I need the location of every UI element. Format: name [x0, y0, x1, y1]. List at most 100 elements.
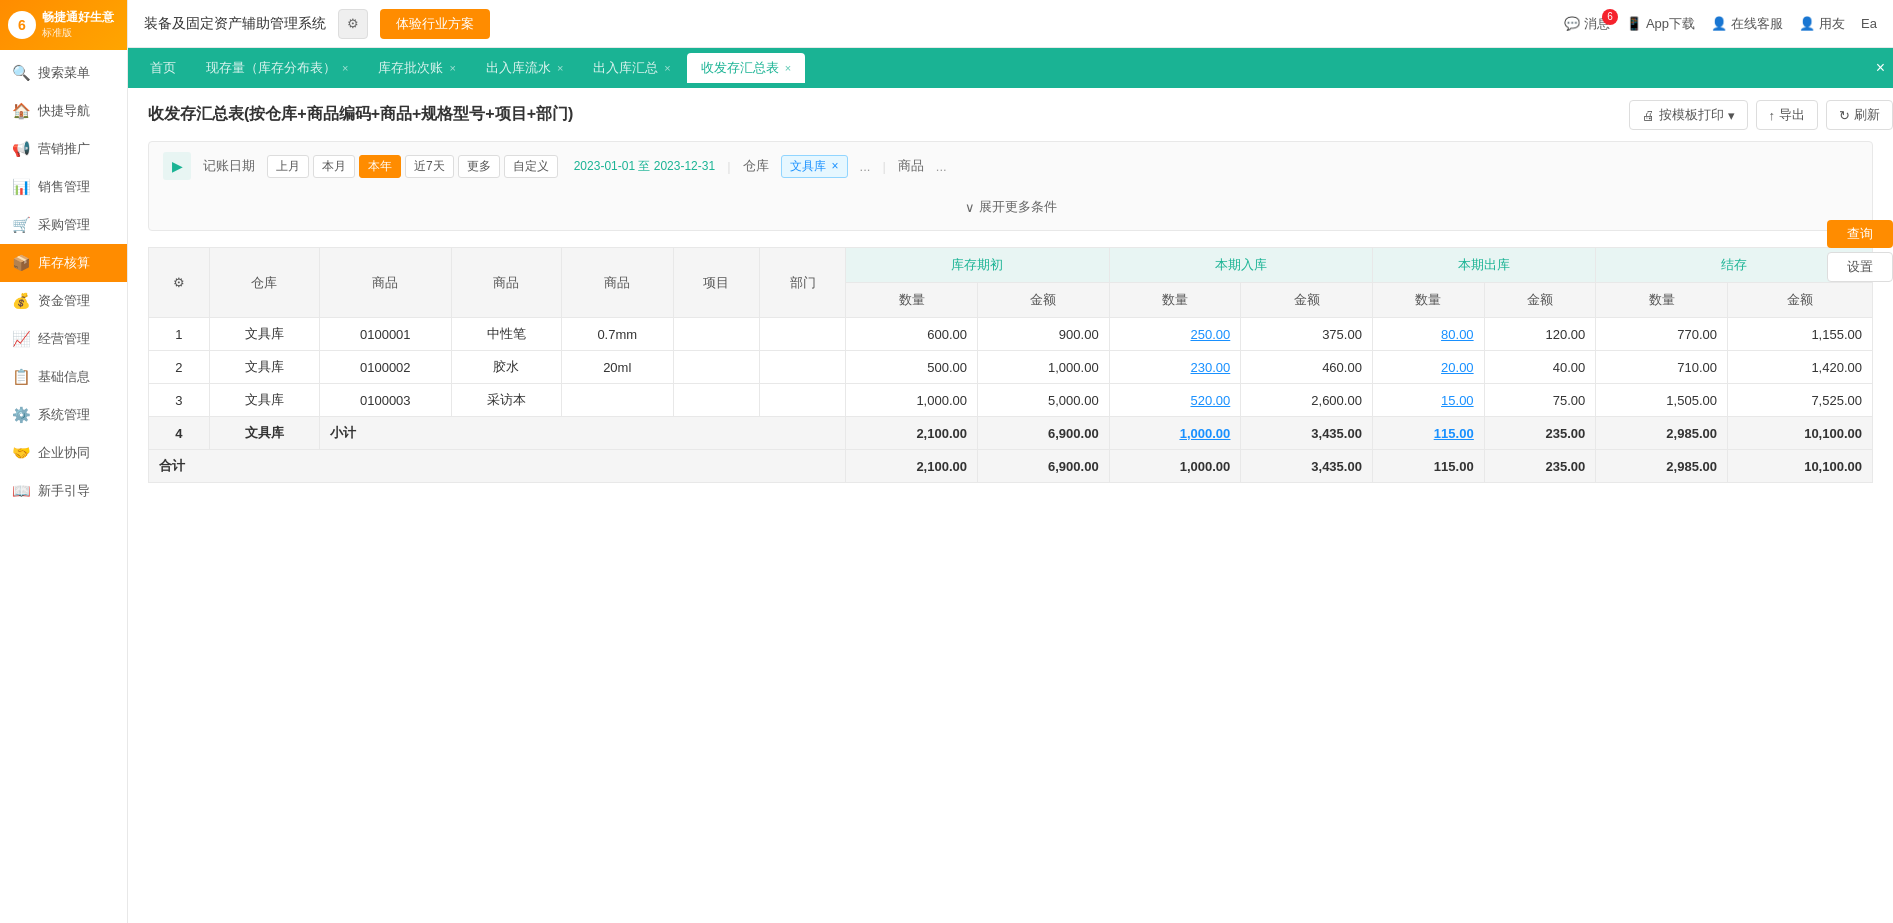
cell-open-amt: 1,000.00	[977, 351, 1109, 384]
date-btn-上月[interactable]: 上月	[267, 155, 309, 178]
system-title: 装备及固定资产辅助管理系统	[144, 15, 326, 33]
query-button[interactable]: 查询	[1827, 220, 1893, 248]
cell-close-qty: 710.00	[1596, 351, 1728, 384]
tab-home[interactable]: 首页	[136, 53, 190, 83]
print-button[interactable]: 🖨 按模板打印 ▾	[1629, 100, 1748, 130]
cell-out-qty[interactable]: 20.00	[1372, 351, 1484, 384]
date-filter-buttons: 上月本月本年近7天更多自定义	[267, 155, 558, 178]
tab-in_out_summary[interactable]: 出入库汇总 ×	[579, 53, 684, 83]
tab-recv_send[interactable]: 收发存汇总表 ×	[687, 53, 805, 83]
warehouse-more-button[interactable]: ...	[860, 159, 871, 174]
subtotal-out-amt: 235.00	[1484, 417, 1596, 450]
total-in-qty: 1,000.00	[1109, 450, 1241, 483]
subtotal-out-qty[interactable]: 115.00	[1372, 417, 1484, 450]
sidebar-item-inventory[interactable]: 📦库存核算	[0, 244, 127, 282]
cell-code: 0100002	[319, 351, 451, 384]
date-btn-自定义[interactable]: 自定义	[504, 155, 558, 178]
cell-in-qty[interactable]: 250.00	[1109, 318, 1241, 351]
sidebar-item-system[interactable]: ⚙️系统管理	[0, 396, 127, 434]
cell-warehouse: 文具库	[209, 384, 319, 417]
app-download-label: App下载	[1646, 15, 1695, 33]
date-btn-本月[interactable]: 本月	[313, 155, 355, 178]
export-icon: ↑	[1769, 108, 1776, 123]
subtotal-in-amt: 3,435.00	[1241, 417, 1373, 450]
finance-icon: 💰	[12, 292, 30, 310]
cell-project	[673, 384, 759, 417]
tab-close-in_out_flow[interactable]: ×	[557, 62, 563, 74]
cell-open-qty: 600.00	[846, 318, 978, 351]
ea-button[interactable]: Ea	[1861, 16, 1877, 31]
header-settings-button[interactable]: ⚙	[338, 9, 368, 39]
tab-batch[interactable]: 库存批次账 ×	[364, 53, 469, 83]
date-btn-本年[interactable]: 本年	[359, 155, 401, 178]
cell-in-qty[interactable]: 230.00	[1109, 351, 1241, 384]
sidebar-item-collab[interactable]: 🤝企业协同	[0, 434, 127, 472]
cell-in-qty[interactable]: 520.00	[1109, 384, 1241, 417]
date-btn-更多[interactable]: 更多	[458, 155, 500, 178]
sidebar-item-label: 销售管理	[38, 178, 90, 196]
experience-button[interactable]: 体验行业方案	[380, 9, 490, 39]
cell-warehouse: 文具库	[209, 351, 319, 384]
sidebar-item-sales[interactable]: 📊销售管理	[0, 168, 127, 206]
cell-out-qty[interactable]: 15.00	[1372, 384, 1484, 417]
online-service-button[interactable]: 👤 在线客服	[1711, 15, 1783, 33]
cell-close-amt: 7,525.00	[1727, 384, 1872, 417]
cell-open-amt: 900.00	[977, 318, 1109, 351]
page-title: 收发存汇总表(按仓库+商品编码+商品+规格型号+项目+部门)	[148, 104, 1873, 125]
tab-in_out_flow[interactable]: 出入库流水 ×	[472, 53, 577, 83]
app-download-button[interactable]: 📱 App下载	[1626, 15, 1695, 33]
sidebar-item-label: 资金管理	[38, 292, 90, 310]
sidebar-item-quick[interactable]: 🏠快捷导航	[0, 92, 127, 130]
system-icon: ⚙️	[12, 406, 30, 424]
tab-stock_dist[interactable]: 现存量（库存分布表） ×	[192, 53, 362, 83]
page-content: 收发存汇总表(按仓库+商品编码+商品+规格型号+项目+部门) 🖨 按模板打印 ▾…	[128, 88, 1893, 923]
total-close-qty: 2,985.00	[1596, 450, 1728, 483]
sidebar-item-purchase[interactable]: 🛒采购管理	[0, 206, 127, 244]
sidebar-item-finance[interactable]: 💰 资金管理	[0, 282, 127, 320]
refresh-button[interactable]: ↻ 刷新	[1826, 100, 1893, 130]
filter-row-1: ▶ 记账日期 上月本月本年近7天更多自定义 2023-01-01 至 2023-…	[163, 152, 1858, 180]
user-button[interactable]: 👤 用友	[1799, 15, 1845, 33]
sidebar-item-base[interactable]: 📋基础信息	[0, 358, 127, 396]
th-in-qty: 数量	[1109, 283, 1241, 318]
filter-toggle-button[interactable]: ▶	[163, 152, 191, 180]
expand-label: 展开更多条件	[979, 198, 1057, 216]
warehouse-value: 文具库	[790, 158, 826, 175]
tab-label: 出入库流水	[486, 59, 551, 77]
cell-close-qty: 770.00	[1596, 318, 1728, 351]
product-more-button[interactable]: ...	[936, 159, 947, 174]
notifications-button[interactable]: 💬 消息 6	[1564, 15, 1610, 33]
sidebar: 6 畅捷通好生意 标准版 🔍搜索菜单🏠快捷导航📢营销推广📊销售管理🛒采购管理📦库…	[0, 0, 128, 923]
business-icon: 📈	[12, 330, 30, 348]
sidebar-item-business[interactable]: 📈 经营管理	[0, 320, 127, 358]
date-btn-近7天[interactable]: 近7天	[405, 155, 454, 178]
cell-out-qty[interactable]: 80.00	[1372, 318, 1484, 351]
top-header: 装备及固定资产辅助管理系统 ⚙ 体验行业方案 💬 消息 6 📱 App下载 👤 …	[128, 0, 1893, 48]
th-dept: 部门	[759, 248, 845, 318]
print-label: 按模板打印	[1659, 106, 1724, 124]
sidebar-item-label: 经营管理	[38, 330, 90, 348]
warehouse-tag-close[interactable]: ×	[832, 159, 839, 173]
column-settings-button[interactable]: 设置	[1827, 252, 1893, 282]
refresh-icon: ↻	[1839, 108, 1850, 123]
sidebar-item-search[interactable]: 🔍搜索菜单	[0, 54, 127, 92]
subtotal-in-qty[interactable]: 1,000.00	[1109, 417, 1241, 450]
tab-close-batch[interactable]: ×	[449, 62, 455, 74]
sidebar-header: 6 畅捷通好生意 标准版	[0, 0, 127, 50]
sidebar-item-marketing[interactable]: 📢营销推广	[0, 130, 127, 168]
close-all-tabs-button[interactable]: ×	[1876, 59, 1885, 77]
inventory-icon: 📦	[12, 254, 30, 272]
cell-out-amt: 75.00	[1484, 384, 1596, 417]
sidebar-item-guide[interactable]: 📖新手引导	[0, 472, 127, 510]
cell-spec: 0.7mm	[561, 318, 673, 351]
tab-close-recv_send[interactable]: ×	[785, 62, 791, 74]
tab-close-stock_dist[interactable]: ×	[342, 62, 348, 74]
export-button[interactable]: ↑ 导出	[1756, 100, 1819, 130]
expand-conditions-button[interactable]: ∨ 展开更多条件	[965, 194, 1057, 220]
ea-label: Ea	[1861, 16, 1877, 31]
tab-close-in_out_summary[interactable]: ×	[664, 62, 670, 74]
warehouse-filter-label: 仓库	[743, 157, 769, 175]
sidebar-item-label: 新手引导	[38, 482, 90, 500]
subtotal-row: 4 文具库 小计 2,100.00 6,900.00 1,000.00 3,43…	[149, 417, 1873, 450]
th-in-group: 本期入库	[1109, 248, 1372, 283]
